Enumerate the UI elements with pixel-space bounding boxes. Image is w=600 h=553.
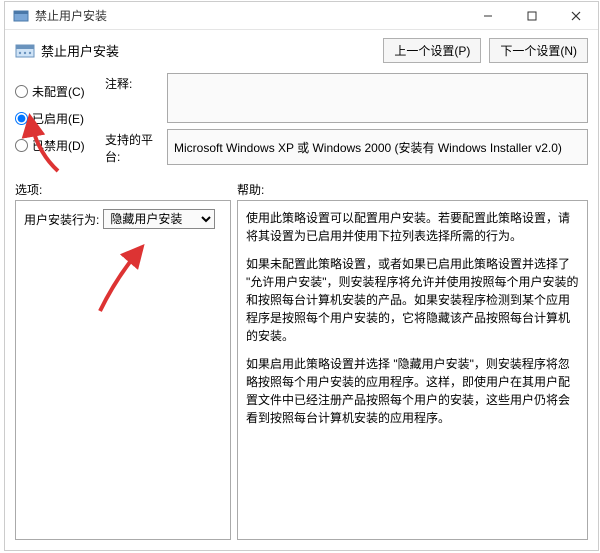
behavior-label: 用户安装行为: [24,211,99,228]
prev-setting-button[interactable]: 上一个设置(P) [383,38,481,63]
policy-icon [15,41,35,61]
platform-field: Microsoft Windows XP 或 Windows 2000 (安装有… [167,129,588,165]
header: 禁止用户安装 上一个设置(P) 下一个设置(N) [5,30,598,71]
section-labels: 选项: 帮助: [5,177,598,200]
config-section: 未配置(C) 已启用(E) 已禁用(D) 注释: 支持的平台: Microsof… [5,71,598,177]
window-controls [466,2,598,30]
help-panel: 使用此策略设置可以配置用户安装。若要配置此策略设置，请将其设置为已启用并使用下拉… [237,200,588,540]
radio-disabled[interactable]: 已禁用(D) [15,137,105,154]
radio-not-configured-input[interactable] [15,85,28,98]
policy-title: 禁止用户安装 [41,41,383,60]
radio-enabled-label: 已启用(E) [32,110,84,127]
close-button[interactable] [554,2,598,30]
radio-not-configured[interactable]: 未配置(C) [15,83,105,100]
bottom-section: 用户安装行为: 隐藏用户安装 使用此策略设置可以配置用户安装。若要配置此策略设置… [5,200,598,550]
titlebar: 禁止用户安装 [5,2,598,30]
maximize-button[interactable] [510,2,554,30]
minimize-button[interactable] [466,2,510,30]
policy-dialog: 禁止用户安装 禁止用户安装 上一个设置(P) 下一个设置(N) 未配置 [4,1,599,551]
help-text-3: 如果启用此策略设置并选择 "隐藏用户安装"，则安装程序将忽略按照每个用户安装的应… [246,355,579,427]
radio-not-configured-label: 未配置(C) [32,83,85,100]
comment-field[interactable] [167,73,588,123]
comment-label: 注释: [105,73,167,123]
window-title: 禁止用户安装 [35,7,466,24]
options-panel: 用户安装行为: 隐藏用户安装 [15,200,231,540]
radio-enabled[interactable]: 已启用(E) [15,110,105,127]
radio-disabled-label: 已禁用(D) [32,137,85,154]
state-radios: 未配置(C) 已启用(E) 已禁用(D) [15,73,105,171]
radio-enabled-input[interactable] [15,112,28,125]
platform-label: 支持的平台: [105,129,167,165]
next-setting-button[interactable]: 下一个设置(N) [489,38,588,63]
options-heading: 选项: [15,181,237,198]
app-icon [13,8,29,24]
help-text-2: 如果未配置此策略设置，或者如果已启用此策略设置并选择了 "允许用户安装"，则安装… [246,255,579,345]
behavior-select[interactable]: 隐藏用户安装 [103,209,215,229]
help-text-1: 使用此策略设置可以配置用户安装。若要配置此策略设置，请将其设置为已启用并使用下拉… [246,209,579,245]
help-heading: 帮助: [237,181,264,198]
radio-disabled-input[interactable] [15,139,28,152]
